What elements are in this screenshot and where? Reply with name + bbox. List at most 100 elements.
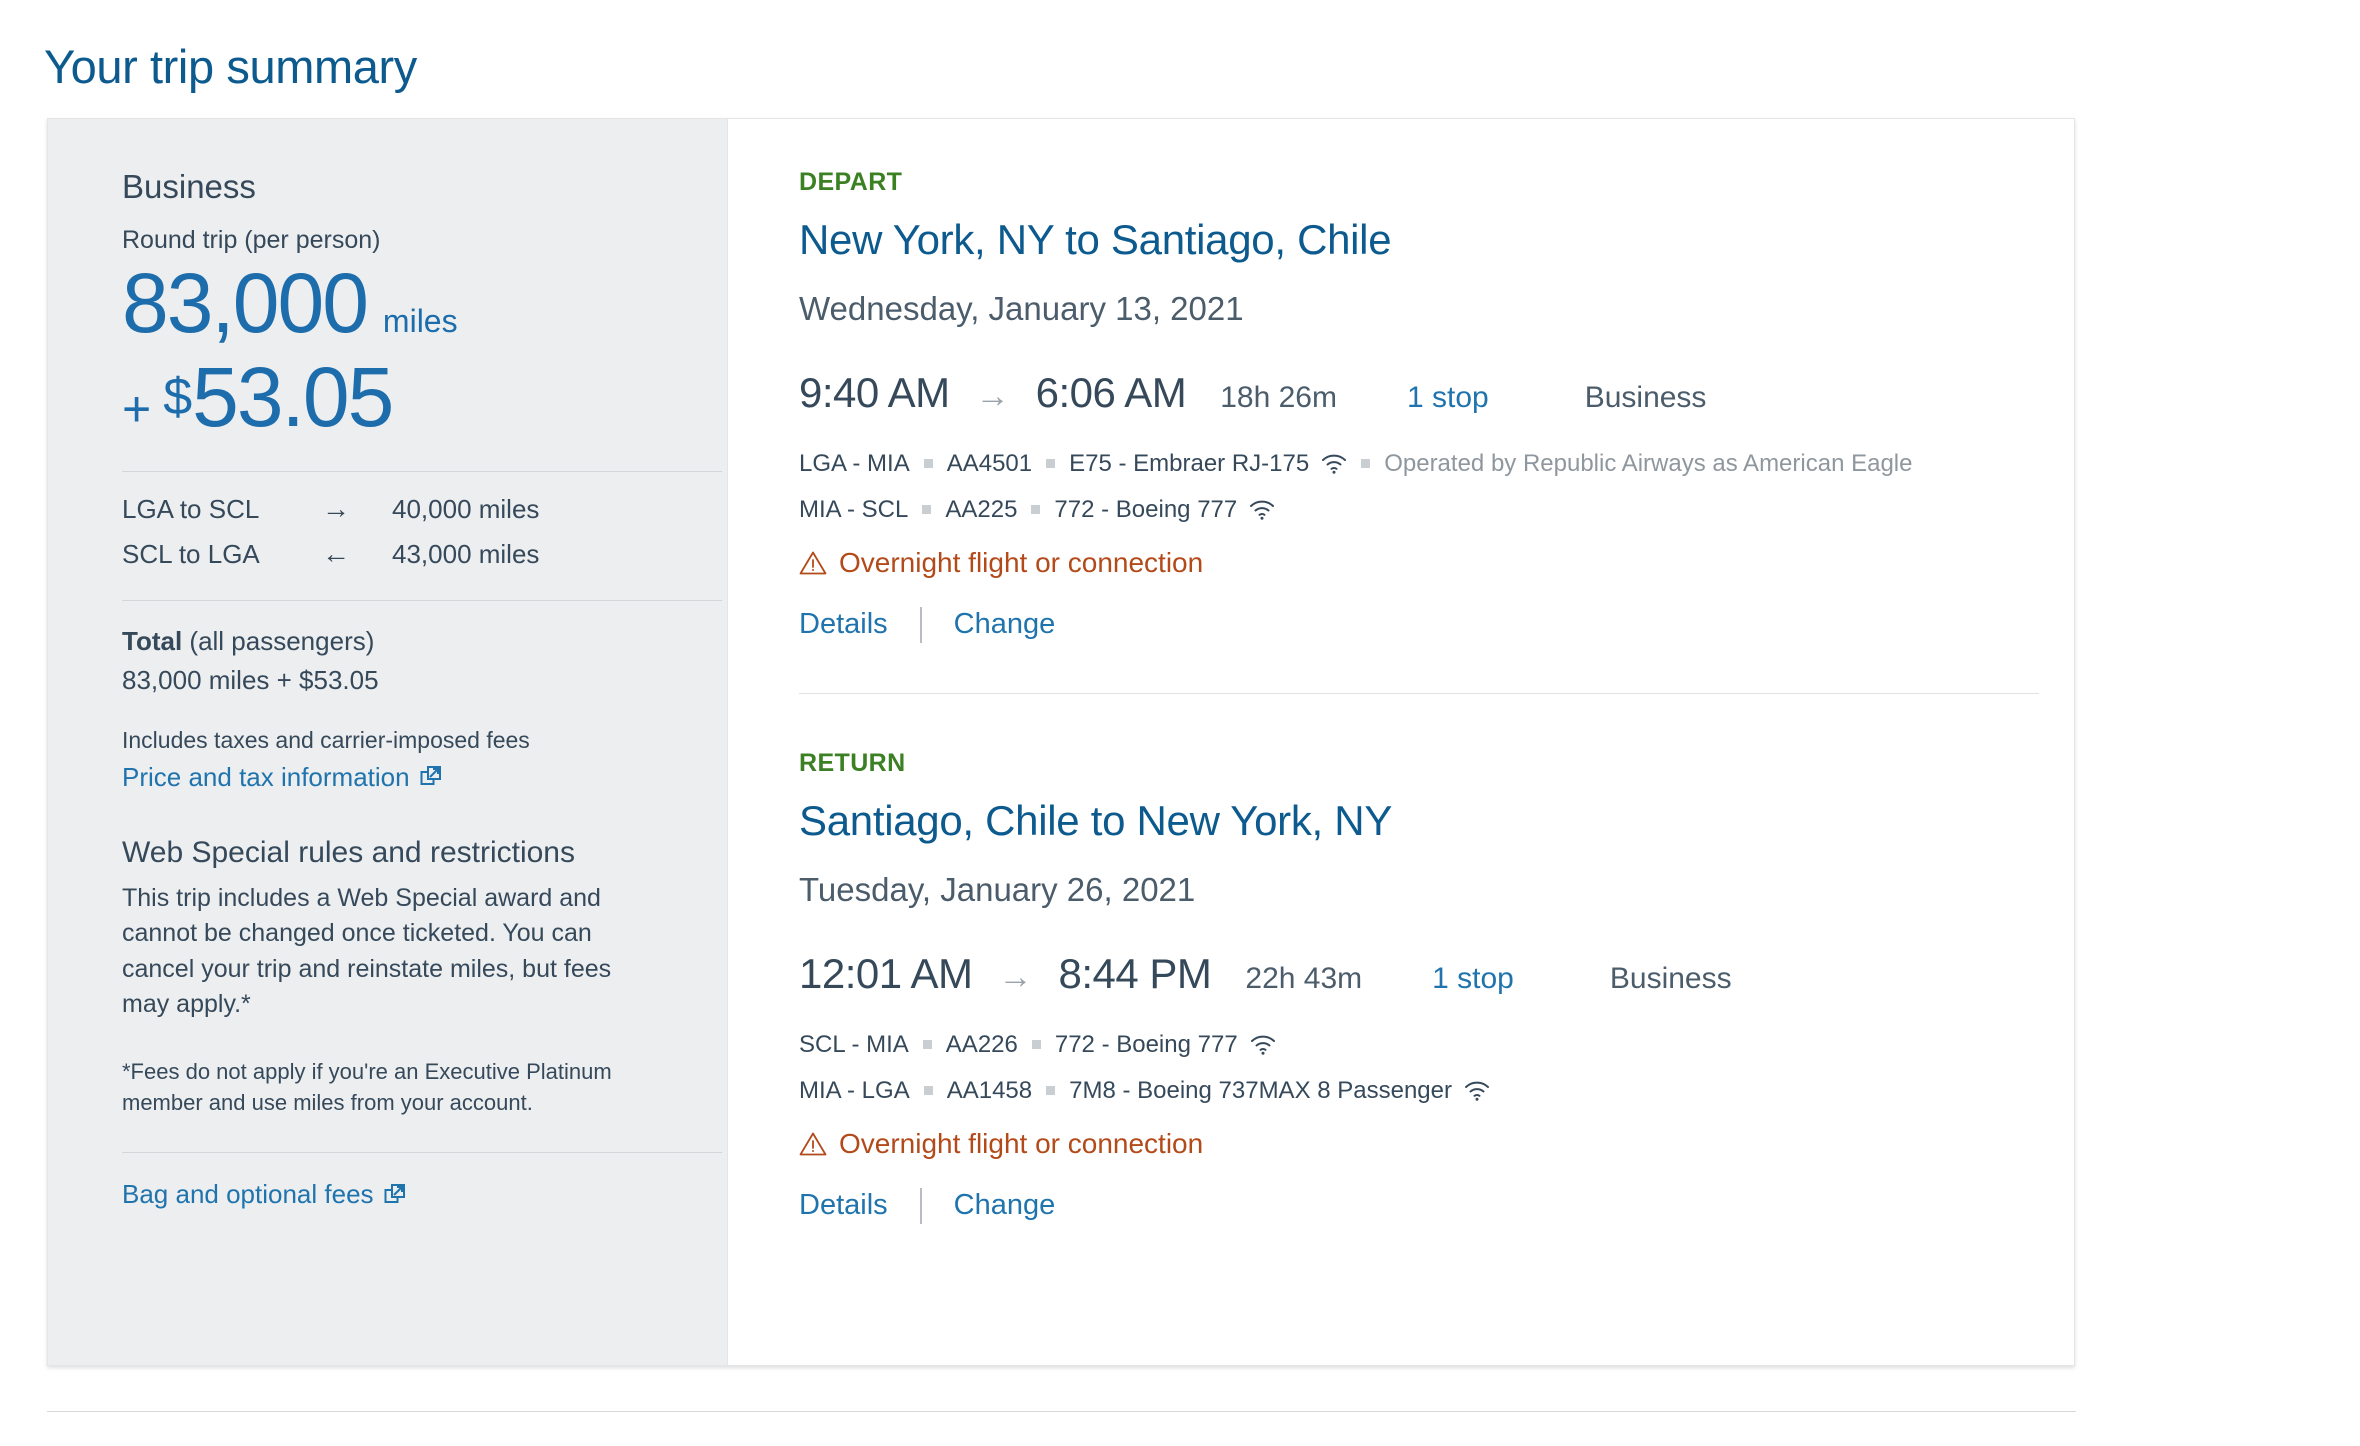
total-amount: 83,000 miles + $53.05 — [122, 665, 379, 696]
segment-direction-label: DEPART — [799, 168, 903, 196]
aircraft-type: 772 - Boeing 777 — [1054, 1030, 1238, 1058]
overnight-warning-text: Overnight flight or connection — [839, 1127, 1204, 1159]
segment-route-title: Santiago, Chile to New York, NY — [799, 796, 1393, 844]
page-title: Your trip summary — [44, 40, 417, 94]
segment-date: Tuesday, January 26, 2021 — [799, 871, 1196, 909]
external-link-icon — [420, 765, 444, 789]
flight-duration: 22h 43m — [1245, 961, 1363, 995]
flight-detail-line: LGA - MIA AA4501 E75 - Embraer RJ-175 Op… — [799, 449, 2039, 479]
leg-direction-arrow-icon: → — [322, 492, 350, 524]
flight-segment-airports: SCL - MIA — [799, 1030, 909, 1058]
operated-by-text: Operated by Republic Airways as American… — [1384, 449, 1913, 477]
price-summary-rail: Business Round trip (per person) 83,000 … — [48, 119, 728, 1365]
details-link[interactable]: Details — [799, 608, 888, 641]
arrival-time: 6:06 AM — [1035, 368, 1187, 416]
includes-taxes-note: Includes taxes and carrier-imposed fees — [122, 726, 530, 753]
cash-price: + $ 53.05 — [122, 353, 669, 441]
flight-duration: 18h 26m — [1220, 380, 1337, 414]
miles-price: 83,000 miles — [122, 255, 669, 350]
itinerary-segment-return: RETURN Santiago, Chile to New York, NY T… — [799, 748, 2039, 1224]
segment-actions: Details Change — [799, 606, 2039, 643]
arrow-right-icon: → — [975, 376, 1010, 415]
segment-actions: Details Change — [799, 1187, 2039, 1224]
leg-miles: 43,000 miles — [392, 538, 540, 569]
wifi-icon — [1464, 1080, 1490, 1102]
flight-segment-airports: MIA - SCL — [799, 495, 909, 523]
external-link-icon — [384, 1183, 408, 1207]
details-link[interactable]: Details — [799, 1189, 888, 1222]
trip-summary-card: Business Round trip (per person) 83,000 … — [47, 118, 2075, 1366]
flight-detail-line: MIA - SCL AA225 772 - Boeing 777 — [799, 495, 2039, 525]
aircraft-type: 7M8 - Boeing 737MAX 8 Passenger — [1069, 1076, 1452, 1104]
cabin-class-heading: Business — [122, 168, 256, 205]
bag-and-optional-fees-link[interactable]: Bag and optional fees — [122, 1179, 408, 1210]
segment-cabin: Business — [1609, 961, 1732, 995]
arrow-right-icon: → — [998, 957, 1033, 996]
segment-times-row: 9:40 AM → 6:06 AM 18h 26m 1 stop Busines… — [799, 369, 2039, 417]
segment-divider — [799, 692, 2039, 694]
separator-square-icon — [922, 505, 932, 515]
departure-time: 12:01 AM — [799, 949, 973, 997]
change-link[interactable]: Change — [954, 608, 1056, 641]
arrival-time: 8:44 PM — [1058, 949, 1212, 997]
bag-fees-link-row: Bag and optional fees — [122, 1179, 669, 1210]
total-block: Total (all passengers) 83,000 miles + $5… — [122, 623, 669, 700]
cash-plus-sign: + — [122, 380, 152, 437]
currency-symbol: $ — [163, 367, 193, 426]
aircraft-type: E75 - Embraer RJ-175 — [1069, 449, 1310, 477]
price-tax-link-row: Price and tax information — [122, 762, 669, 793]
overnight-warning: Overnight flight or connection — [799, 1128, 2039, 1160]
price-and-tax-information-link[interactable]: Price and tax information — [122, 762, 444, 793]
rail-divider-1 — [122, 470, 722, 472]
flight-detail-line: MIA - LGA AA1458 7M8 - Boeing 737MAX 8 P… — [799, 1076, 2039, 1106]
wifi-icon — [1249, 499, 1275, 521]
leg-row: LGA to SCL → 40,000 miles — [122, 492, 669, 525]
segment-times-row: 12:01 AM → 8:44 PM 22h 43m 1 stop Busine… — [799, 950, 2039, 998]
overnight-warning-text: Overnight flight or connection — [839, 546, 1204, 578]
itinerary-pane: DEPART New York, NY to Santiago, Chile W… — [728, 119, 2099, 1365]
flight-number: AA1458 — [946, 1076, 1033, 1104]
separator-square-icon — [922, 1040, 932, 1050]
stops-link[interactable]: 1 stop — [1432, 962, 1514, 996]
warning-triangle-icon — [799, 1131, 827, 1157]
separator-square-icon — [1046, 459, 1056, 469]
flight-number: AA226 — [945, 1030, 1018, 1058]
flight-number: AA4501 — [946, 449, 1033, 477]
stops-link[interactable]: 1 stop — [1407, 381, 1489, 415]
total-label-strong: Total — [122, 625, 183, 656]
itinerary-segment-depart: DEPART New York, NY to Santiago, Chile W… — [799, 167, 2039, 643]
flight-number: AA225 — [945, 495, 1018, 523]
separator-square-icon — [1031, 505, 1041, 515]
segment-route-title: New York, NY to Santiago, Chile — [799, 216, 1392, 263]
web-special-rules-body: This trip includes a Web Special award a… — [122, 883, 612, 1019]
segment-cabin: Business — [1584, 380, 1707, 414]
miles-unit: miles — [382, 302, 458, 339]
trip-summary-page: Your trip summary Business Round trip (p… — [0, 0, 2360, 1446]
departure-time: 9:40 AM — [799, 368, 950, 416]
leg-row: SCL to LGA ← 43,000 miles — [122, 538, 669, 570]
wifi-icon — [1250, 1034, 1276, 1056]
segment-date: Wednesday, January 13, 2021 — [799, 290, 1244, 328]
price-and-tax-information-label: Price and tax information — [122, 761, 410, 792]
wifi-icon — [1321, 453, 1347, 475]
flight-detail-line: SCL - MIA AA226 772 - Boeing 777 — [799, 1030, 2039, 1060]
flight-detail-lines: SCL - MIA AA226 772 - Boeing 777 MIA - L… — [799, 1030, 2039, 1106]
footer-divider — [47, 1411, 2076, 1412]
overnight-warning: Overnight flight or connection — [799, 547, 2039, 579]
aircraft-type: 772 - Boeing 777 — [1054, 495, 1238, 523]
change-link[interactable]: Change — [954, 1189, 1056, 1222]
leg-route: SCL to LGA — [122, 538, 260, 569]
miles-value: 83,000 — [122, 255, 369, 350]
total-label: Total (all passengers) — [122, 623, 669, 661]
rail-divider-2 — [122, 599, 722, 601]
fees-footnote: *Fees do not apply if you're an Executiv… — [122, 1058, 612, 1115]
bag-and-optional-fees-label: Bag and optional fees — [122, 1179, 374, 1210]
flight-segment-airports: MIA - LGA — [799, 1076, 910, 1104]
leg-miles: 40,000 miles — [392, 494, 540, 525]
warning-triangle-icon — [799, 550, 827, 576]
action-divider — [919, 1187, 922, 1224]
segment-direction-label: RETURN — [799, 748, 906, 777]
separator-square-icon — [923, 459, 933, 469]
rail-divider-3 — [122, 1152, 722, 1154]
separator-square-icon — [923, 1086, 933, 1096]
